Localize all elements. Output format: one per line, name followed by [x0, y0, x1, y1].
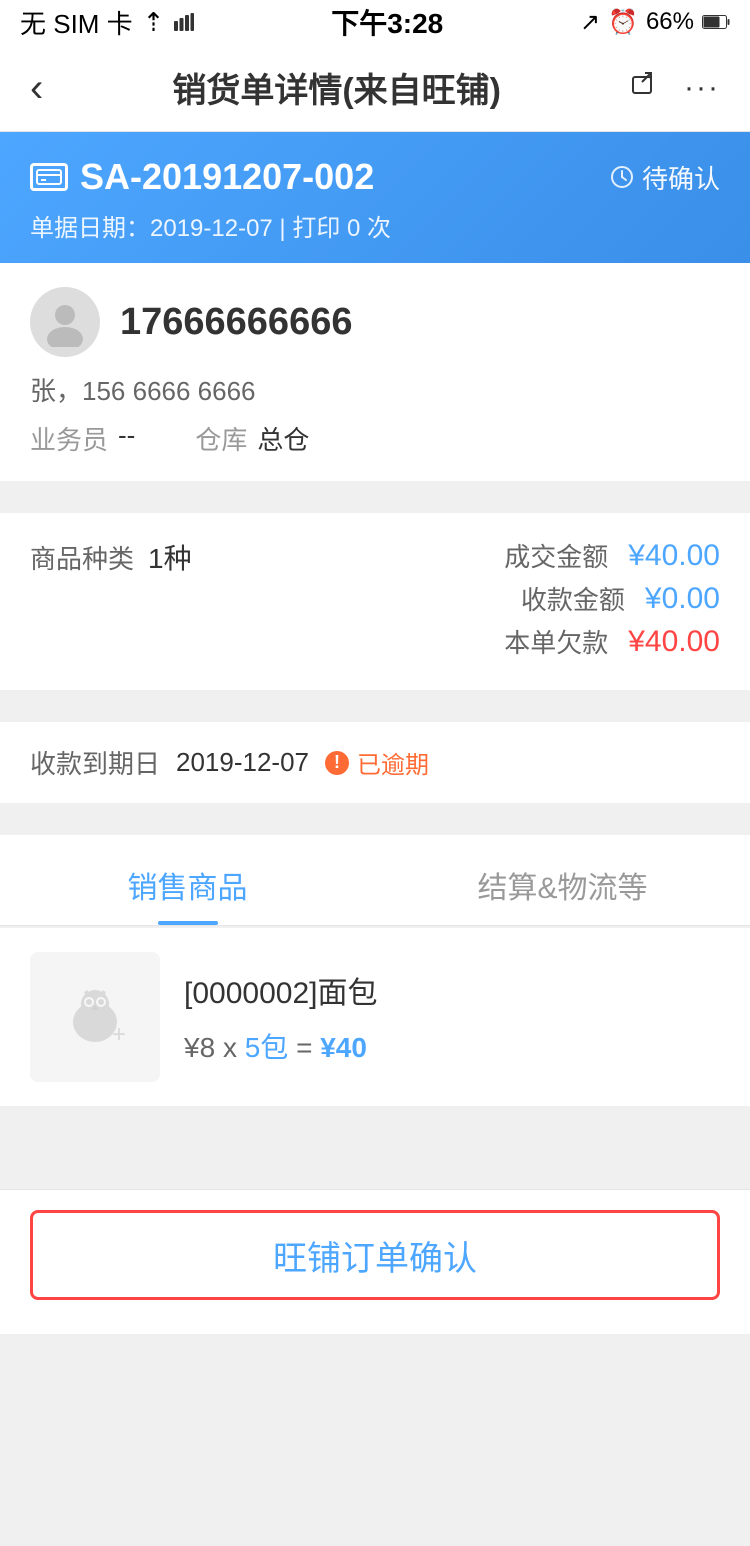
avatar — [30, 287, 100, 357]
due-date-card: 收款到期日 2019-12-07 ! 已逾期 — [0, 722, 750, 803]
price-value: ¥8 — [184, 1032, 215, 1063]
price-total: ¥40 — [320, 1032, 367, 1063]
order-status: 待确认 — [610, 159, 720, 196]
order-info-card: 商品种类 1种 成交金额 ¥40.00 收款金额 ¥0.00 本单欠款 ¥40.… — [0, 513, 750, 690]
product-price: ¥8 x 5包 = ¥40 — [184, 1026, 720, 1066]
overdue-dot-icon: ! — [325, 751, 349, 775]
overdue-badge: ! 已逾期 — [325, 745, 429, 780]
amounts: 成交金额 ¥40.00 收款金额 ¥0.00 本单欠款 ¥40.00 — [504, 537, 720, 666]
bottom-spacer — [0, 1386, 750, 1546]
status-time: 下午3:28 — [331, 2, 443, 42]
location-icon: ↗ — [580, 8, 600, 37]
product-image: + — [30, 952, 160, 1082]
owed-amount: ¥40.00 — [628, 625, 720, 659]
status-text: 待确认 — [642, 159, 720, 196]
product-types-label: 商品种类 — [30, 539, 134, 576]
warehouse-label: 仓库 — [195, 420, 247, 457]
confirm-button[interactable]: 旺铺订单确认 — [30, 1210, 720, 1300]
status-bar: 无 SIM 卡 ⇡ 下午3:28 ↗ ⏰ 66% — [0, 0, 750, 44]
product-card: + [0000002]面包 ¥8 x 5包 = ¥40 — [0, 928, 750, 1106]
status-right: ↗ ⏰ 66% — [580, 8, 730, 37]
page-title: 销货单详情(来自旺铺) — [172, 63, 501, 112]
due-date-label: 收款到期日 — [30, 744, 160, 781]
received-label: 收款金额 — [521, 580, 625, 617]
price-equals: = — [296, 1032, 320, 1063]
order-id: SA-20191207-002 — [30, 156, 374, 198]
customer-meta: 业务员 -- 仓库 总仓 — [30, 420, 720, 457]
warehouse-value: 总仓 — [257, 420, 309, 457]
price-qty: 5包 — [245, 1032, 289, 1063]
nav-bar: ‹ 销货单详情(来自旺铺) ··· — [0, 44, 750, 132]
overdue-text: 已逾期 — [357, 745, 429, 780]
order-header: SA-20191207-002 待确认 单据日期：2019-12-07 | 打印… — [0, 132, 750, 263]
customer-card: 17666666666 张，156 6666 6666 业务员 -- 仓库 总仓 — [0, 263, 750, 481]
owed-label: 本单欠款 — [504, 623, 608, 660]
nav-icons: ··· — [630, 69, 720, 107]
svg-text:+: + — [112, 1021, 126, 1048]
battery-icon — [702, 8, 730, 36]
divider-1 — [0, 497, 750, 513]
alarm-icon: ⏰ — [608, 8, 638, 37]
product-name: [0000002]面包 — [184, 968, 720, 1012]
due-date-value: 2019-12-07 — [176, 747, 309, 778]
order-icon — [30, 163, 68, 191]
tab-settlement[interactable]: 结算&物流等 — [375, 835, 750, 925]
share-icon[interactable] — [630, 69, 660, 107]
no-sim-text: 无 SIM 卡 — [20, 4, 133, 41]
order-date: 单据日期：2019-12-07 | 打印 0 次 — [30, 208, 720, 243]
status-left: 无 SIM 卡 ⇡ — [20, 4, 194, 41]
divider-2 — [0, 706, 750, 722]
transaction-label: 成交金额 — [504, 537, 608, 574]
received-amount: ¥0.00 — [645, 582, 720, 616]
tabs-container: 销售商品 结算&物流等 — [0, 835, 750, 926]
bottom-bar: 旺铺订单确认 — [0, 1189, 750, 1334]
back-button[interactable]: ‹ — [30, 68, 43, 108]
price-multiplier: x — [223, 1032, 245, 1063]
tab-sales-products[interactable]: 销售商品 — [0, 835, 375, 925]
more-icon[interactable]: ··· — [684, 71, 720, 105]
product-info: [0000002]面包 ¥8 x 5包 = ¥40 — [184, 968, 720, 1066]
battery-text: 66% — [646, 8, 694, 36]
transaction-amount: ¥40.00 — [628, 539, 720, 573]
customer-name: 张，156 6666 6666 — [30, 371, 720, 408]
customer-phone: 17666666666 — [120, 301, 352, 344]
divider-3 — [0, 819, 750, 835]
wifi-icon: ⇡ — [143, 7, 165, 38]
product-types-value: 1种 — [148, 537, 192, 577]
salesperson-label: 业务员 — [30, 420, 108, 457]
salesperson-value: -- — [118, 420, 135, 457]
signal-icon — [174, 7, 194, 38]
